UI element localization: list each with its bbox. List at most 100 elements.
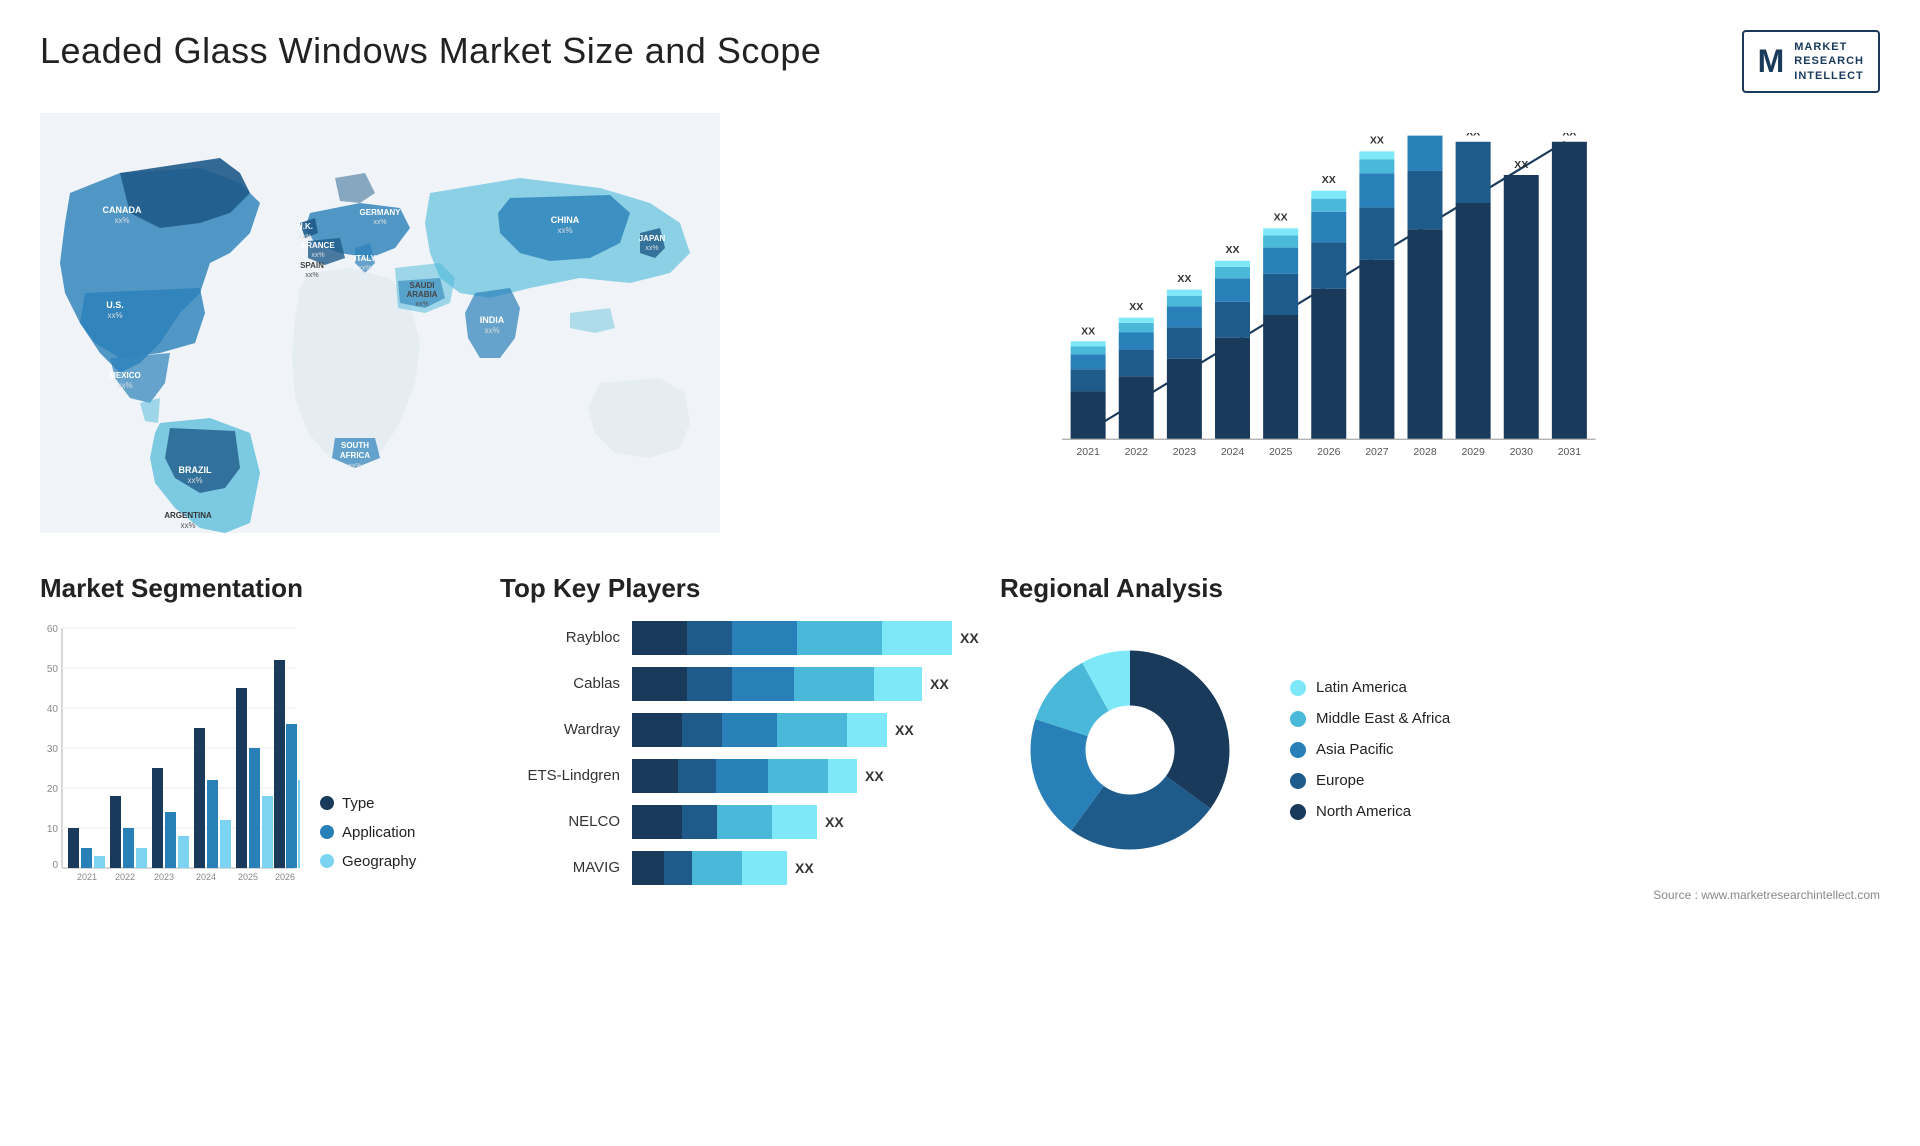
legend-item-type: Type [320, 795, 416, 812]
svg-text:2024: 2024 [1221, 446, 1245, 458]
world-map: CANADA xx% U.S. xx% MEXICO xx% BRAZIL xx… [40, 113, 720, 533]
svg-text:ARGENTINA: ARGENTINA [164, 511, 212, 520]
legend-label-application: Application [342, 824, 415, 841]
players-list: Raybloc XX Cablas [500, 620, 980, 886]
legend-item-europe: Europe [1290, 772, 1450, 789]
player-xx-cablas: XX [930, 676, 949, 692]
svg-text:U.K.: U.K. [297, 222, 313, 231]
svg-text:2028: 2028 [1413, 446, 1437, 458]
svg-text:BRAZIL: BRAZIL [179, 465, 212, 475]
legend-item-asia-pacific: Asia Pacific [1290, 741, 1450, 758]
svg-text:50: 50 [47, 664, 59, 675]
legend-label-latin-america: Latin America [1316, 679, 1407, 696]
logo-text: MARKET RESEARCH INTELLECT [1794, 40, 1864, 83]
svg-text:XX: XX [1081, 325, 1095, 337]
regional-section: Regional Analysis [1000, 573, 1880, 902]
svg-text:xx%: xx% [180, 521, 195, 530]
svg-text:xx%: xx% [117, 381, 132, 390]
svg-text:XX: XX [1322, 174, 1336, 186]
svg-text:xx%: xx% [557, 226, 572, 235]
svg-text:2023: 2023 [154, 872, 174, 882]
segmentation-section: Market Segmentation 60 50 40 30 20 10 0 [40, 573, 480, 900]
svg-text:XX: XX [1562, 133, 1576, 139]
legend-dot-north-america [1290, 804, 1306, 820]
svg-text:2029: 2029 [1461, 446, 1485, 458]
svg-text:xx%: xx% [415, 301, 428, 308]
svg-text:2025: 2025 [238, 872, 258, 882]
svg-text:2022: 2022 [115, 872, 135, 882]
page-header: Leaded Glass Windows Market Size and Sco… [40, 30, 1880, 93]
legend-item-geography: Geography [320, 853, 416, 870]
legend-dot-asia-pacific [1290, 742, 1306, 758]
page-title: Leaded Glass Windows Market Size and Sco… [40, 30, 821, 72]
player-row-wardray: Wardray XX [500, 712, 980, 748]
top-section: CANADA xx% U.S. xx% MEXICO xx% BRAZIL xx… [40, 113, 1880, 533]
svg-text:40: 40 [47, 704, 59, 715]
legend-label-type: Type [342, 795, 375, 812]
legend-label-north-america: North America [1316, 803, 1411, 820]
player-row-ets: ETS-Lindgren XX [500, 758, 980, 794]
svg-text:10: 10 [47, 824, 59, 835]
svg-text:30: 30 [47, 744, 59, 755]
legend-dot-geography [320, 854, 334, 868]
svg-text:xx%: xx% [645, 245, 658, 252]
players-title: Top Key Players [500, 573, 980, 604]
svg-text:INDIA: INDIA [480, 315, 505, 325]
svg-text:XX: XX [1370, 134, 1384, 146]
svg-text:xx%: xx% [311, 252, 324, 259]
legend-item-middle-east: Middle East & Africa [1290, 710, 1450, 727]
player-name-cablas: Cablas [500, 675, 620, 692]
svg-text:20: 20 [47, 784, 59, 795]
svg-text:2022: 2022 [1125, 446, 1149, 458]
bottom-section: Market Segmentation 60 50 40 30 20 10 0 [40, 573, 1880, 902]
player-xx-ets: XX [865, 768, 884, 784]
player-bar-nelco: XX [632, 804, 980, 840]
svg-text:xx%: xx% [373, 219, 386, 226]
svg-text:xx%: xx% [187, 476, 202, 485]
logo: M MARKET RESEARCH INTELLECT [1742, 30, 1880, 93]
legend-label-asia-pacific: Asia Pacific [1316, 741, 1394, 758]
player-xx-raybloc: XX [960, 630, 979, 646]
svg-text:ARABIA: ARABIA [406, 290, 437, 299]
svg-text:XX: XX [1129, 301, 1143, 313]
donut-chart-svg [1000, 620, 1260, 880]
svg-text:2030: 2030 [1510, 446, 1534, 458]
player-name-raybloc: Raybloc [500, 629, 620, 646]
svg-text:XX: XX [1274, 211, 1288, 223]
player-name-ets: ETS-Lindgren [500, 767, 620, 784]
svg-text:0: 0 [52, 860, 58, 871]
player-xx-mavig: XX [795, 860, 814, 876]
svg-text:xx%: xx% [358, 265, 371, 272]
legend-item-latin-america: Latin America [1290, 679, 1450, 696]
svg-text:GERMANY: GERMANY [360, 208, 402, 217]
player-row-raybloc: Raybloc XX [500, 620, 980, 656]
svg-text:60: 60 [47, 624, 59, 635]
segmentation-legend: Type Application Geography [320, 795, 416, 900]
svg-text:AFRICA: AFRICA [340, 451, 370, 460]
legend-dot-europe [1290, 773, 1306, 789]
legend-label-geography: Geography [342, 853, 416, 870]
bar-chart-svg: XX 2021 XX 2022 XX 2023 XX 20 [780, 133, 1860, 483]
svg-text:CHINA: CHINA [551, 215, 580, 225]
svg-text:2026: 2026 [275, 872, 295, 882]
player-bar-raybloc: XX [632, 620, 980, 656]
legend-label-middle-east: Middle East & Africa [1316, 710, 1450, 727]
logo-letter: M [1758, 43, 1785, 80]
player-name-wardray: Wardray [500, 721, 620, 738]
donut-area: Latin America Middle East & Africa Asia … [1000, 620, 1880, 880]
svg-text:MEXICO: MEXICO [109, 371, 141, 380]
growth-chart: XX 2021 XX 2022 XX 2023 XX 20 [750, 113, 1880, 533]
segmentation-bars: 60 50 40 30 20 10 0 [40, 620, 300, 900]
svg-text:XX: XX [1514, 159, 1528, 171]
svg-text:XX: XX [1225, 244, 1239, 256]
svg-text:xx%: xx% [114, 216, 129, 225]
svg-text:2024: 2024 [196, 872, 216, 882]
svg-text:SOUTH: SOUTH [341, 441, 369, 450]
player-bar-mavig: XX [632, 850, 980, 886]
svg-text:2025: 2025 [1269, 446, 1293, 458]
player-bar-cablas: XX [632, 666, 980, 702]
legend-dot-application [320, 825, 334, 839]
svg-text:CANADA: CANADA [103, 205, 142, 215]
source-text: Source : www.marketresearchintellect.com [1000, 888, 1880, 902]
world-map-svg: CANADA xx% U.S. xx% MEXICO xx% BRAZIL xx… [40, 113, 720, 533]
